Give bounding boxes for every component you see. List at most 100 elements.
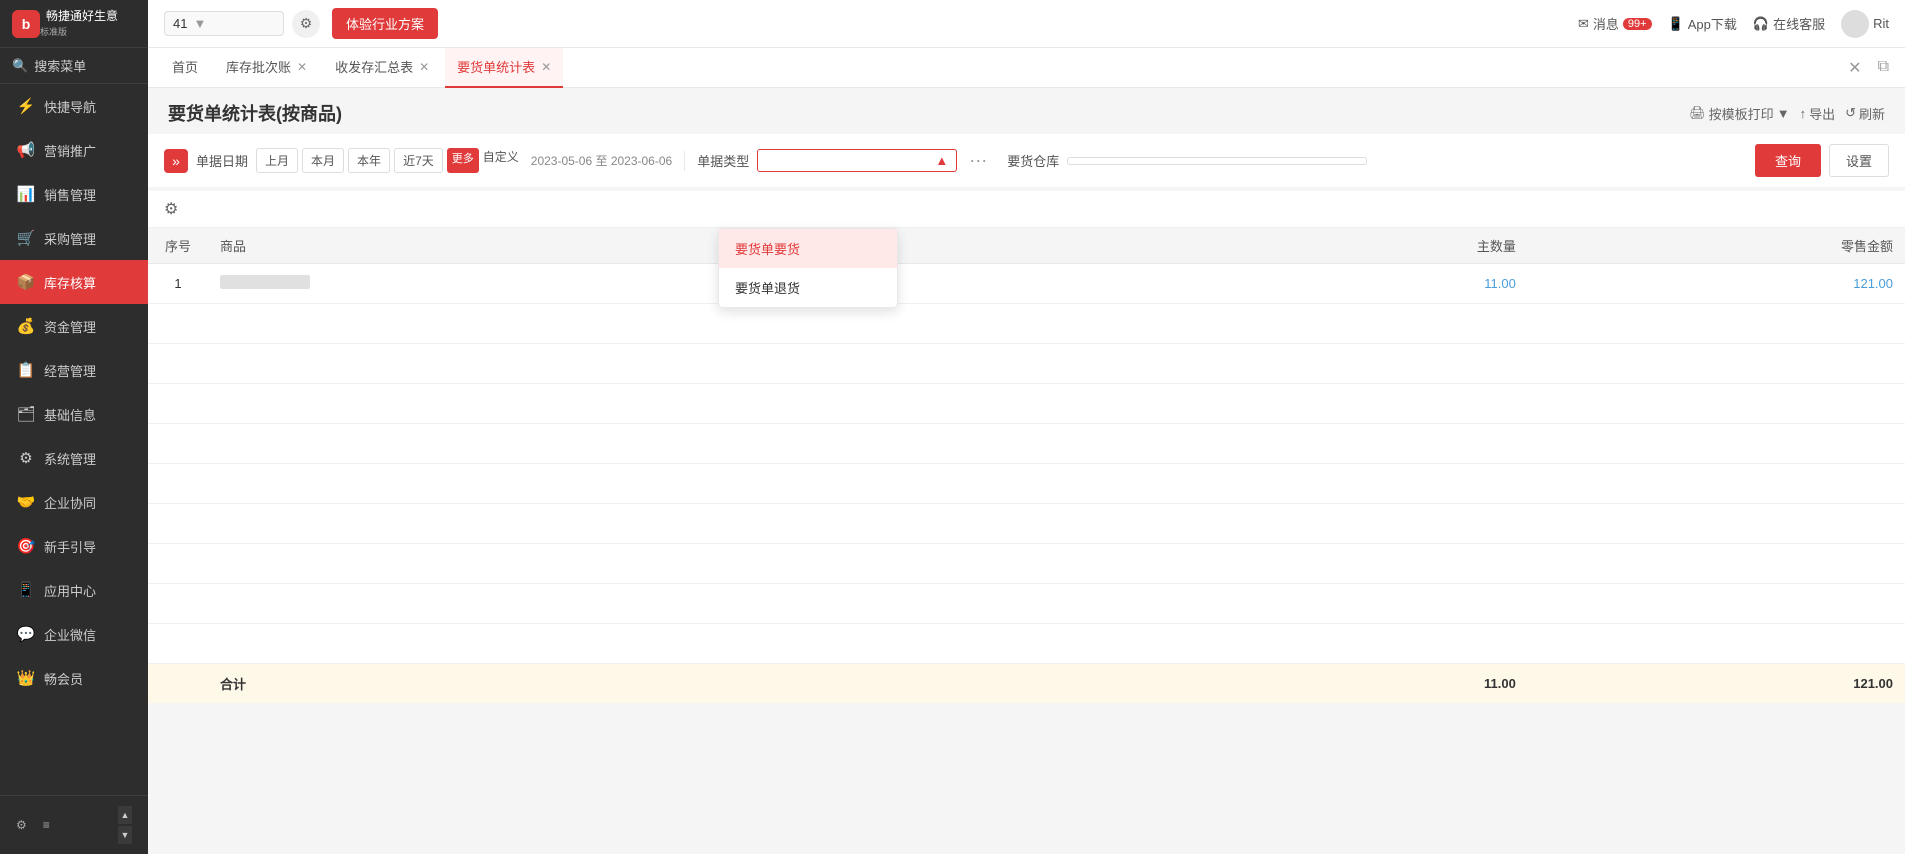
type-filter-label: 单据类型: [697, 151, 749, 170]
filter-expand-button[interactable]: »: [164, 149, 188, 173]
sidebar-item-finance[interactable]: 💰 资金管理: [0, 304, 148, 348]
date-more-badge[interactable]: 更多: [447, 148, 479, 173]
dropdown-item-order-return[interactable]: 要货单退货: [719, 268, 897, 307]
user-menu[interactable]: Rit: [1841, 10, 1889, 38]
tab-maximize-icon[interactable]: ⧉: [1874, 58, 1893, 78]
date-btn-7days[interactable]: 近7天: [394, 148, 443, 173]
warehouse-filter-select[interactable]: [1067, 157, 1367, 165]
tab-receive-summary-close-icon[interactable]: ✕: [419, 60, 429, 74]
filter-more-icon[interactable]: ···: [969, 150, 987, 171]
marketing-icon: 📢: [16, 140, 36, 160]
date-range-display: 2023-05-06 至 2023-06-06: [531, 152, 672, 169]
message-label: 消息: [1593, 14, 1619, 33]
table-row-empty: [148, 544, 1905, 584]
sidebar-item-operations[interactable]: 📋 经营管理: [0, 348, 148, 392]
col-product: 商品: [208, 228, 774, 264]
sidebar-item-label: 系统管理: [44, 449, 96, 468]
quantity-link[interactable]: 11.00: [1484, 276, 1516, 291]
sidebar-item-inventory[interactable]: 📦 库存核算: [0, 260, 148, 304]
cell-product: [208, 264, 774, 304]
sidebar-item-basic[interactable]: 🗂 基础信息: [0, 392, 148, 436]
cell-seq: 1: [148, 264, 208, 304]
sidebar-item-wechat[interactable]: 💬 企业微信: [0, 612, 148, 656]
sidebar-item-label: 经营管理: [44, 361, 96, 380]
date-options: 上月 本月 本年 近7天 更多 自定义: [256, 148, 519, 173]
cell-quantity: 11.00: [1215, 264, 1528, 304]
tab-inventory-batch-close-icon[interactable]: ✕: [297, 60, 307, 74]
sidebar-menu-icon[interactable]: ≡: [43, 818, 50, 832]
settings-button[interactable]: 设置: [1829, 144, 1889, 177]
page-header: 要货单统计表(按商品) 🖨 按模板打印 ▼ ↑ 导出 ↺ 刷新: [148, 88, 1905, 134]
quick-nav-icon: ⚡: [16, 96, 36, 116]
sidebar-item-label: 快捷导航: [44, 97, 96, 116]
user-name: Rit: [1873, 16, 1889, 31]
sidebar-item-label: 资金管理: [44, 317, 96, 336]
export-icon: ↑: [1800, 106, 1807, 121]
export-button[interactable]: ↑ 导出: [1800, 104, 1836, 123]
tab-home-label: 首页: [172, 57, 198, 76]
table-row-empty: [148, 424, 1905, 464]
store-name: 41: [173, 16, 187, 31]
topbar-settings-button[interactable]: ⚙: [292, 10, 320, 38]
basic-icon: 🗂: [16, 404, 36, 424]
inventory-icon: 📦: [16, 272, 36, 292]
tab-order-summary-close-icon[interactable]: ✕: [541, 60, 551, 74]
logo-icon: b: [12, 10, 40, 38]
query-button[interactable]: 查询: [1755, 144, 1821, 177]
date-custom-btn[interactable]: 自定义: [483, 148, 519, 173]
app-download-action[interactable]: 📱 App下载: [1668, 14, 1737, 33]
table-settings-icon[interactable]: ⚙: [164, 199, 178, 219]
sidebar-item-guide[interactable]: 🎯 新手引导: [0, 524, 148, 568]
type-filter-select[interactable]: ▲: [757, 149, 957, 172]
table-toolbar: ⚙: [148, 191, 1905, 228]
tab-home[interactable]: 首页: [160, 48, 210, 88]
date-btn-this-month[interactable]: 本月: [302, 148, 344, 173]
sidebar-item-purchase[interactable]: 🛒 采购管理: [0, 216, 148, 260]
online-service-action[interactable]: 🎧 在线客服: [1753, 14, 1825, 33]
sidebar-logo: b 畅捷通好生意 标准版: [0, 0, 148, 48]
sidebar-item-quick-nav[interactable]: ⚡ 快捷导航: [0, 84, 148, 128]
tab-order-summary[interactable]: 要货单统计表 ✕: [445, 48, 563, 88]
table-container: ⚙ 序号 商品 主计量单位 主数量 零售金额 1: [148, 191, 1905, 703]
sidebar-item-label: 企业微信: [44, 625, 96, 644]
sidebar-item-marketing[interactable]: 📢 营销推广: [0, 128, 148, 172]
tab-close-all-icon[interactable]: ✕: [1844, 58, 1865, 78]
sidebar-item-enterprise[interactable]: 🤝 企业协同: [0, 480, 148, 524]
trial-button[interactable]: 体验行业方案: [332, 8, 438, 39]
user-avatar: [1841, 10, 1869, 38]
date-btn-last-month[interactable]: 上月: [256, 148, 298, 173]
date-btn-this-year[interactable]: 本年: [348, 148, 390, 173]
dropdown-item-order-request[interactable]: 要货单要货: [719, 229, 897, 268]
sidebar-scroll-down[interactable]: ▼: [118, 826, 132, 844]
type-filter-dropdown: 要货单要货 要货单退货: [718, 228, 898, 308]
sidebar-item-label: 企业协同: [44, 493, 96, 512]
logo-text: 畅捷通好生意 标准版: [40, 9, 118, 38]
sidebar-scroll-up[interactable]: ▲: [118, 806, 132, 824]
tab-order-summary-label: 要货单统计表: [457, 57, 535, 76]
store-selector[interactable]: 41 ▼: [164, 11, 284, 36]
refresh-button[interactable]: ↺ 刷新: [1845, 104, 1885, 123]
amount-link[interactable]: 121.00: [1853, 276, 1893, 291]
guide-icon: 🎯: [16, 536, 36, 556]
table-row-empty: [148, 304, 1905, 344]
refresh-label: 刷新: [1859, 104, 1885, 123]
app-icon: 📱: [1668, 16, 1684, 32]
footer-empty2: [774, 664, 1216, 704]
sidebar-item-label: 库存核算: [44, 273, 96, 292]
footer-amount: 121.00: [1528, 664, 1905, 704]
date-filter-label: 单据日期: [196, 151, 248, 170]
sidebar-item-sales[interactable]: 📊 销售管理: [0, 172, 148, 216]
sidebar-item-system[interactable]: ⚙ 系统管理: [0, 436, 148, 480]
enterprise-icon: 🤝: [16, 492, 36, 512]
sidebar-search[interactable]: 🔍 搜索菜单: [0, 48, 148, 84]
sidebar-item-app-center[interactable]: 📱 应用中心: [0, 568, 148, 612]
sidebar-item-label: 畅会员: [44, 669, 83, 688]
print-template-button[interactable]: 🖨 按模板打印 ▼: [1689, 104, 1789, 123]
message-action[interactable]: ✉ 消息 99+: [1578, 14, 1652, 33]
sidebar-item-member[interactable]: 👑 畅会员: [0, 656, 148, 700]
tab-inventory-batch[interactable]: 库存批次账 ✕: [214, 48, 319, 88]
search-icon: 🔍: [12, 58, 28, 74]
tab-receive-summary[interactable]: 收发存汇总表 ✕: [323, 48, 441, 88]
col-quantity: 主数量: [1215, 228, 1528, 264]
sidebar-settings-icon[interactable]: ⚙: [16, 818, 27, 832]
